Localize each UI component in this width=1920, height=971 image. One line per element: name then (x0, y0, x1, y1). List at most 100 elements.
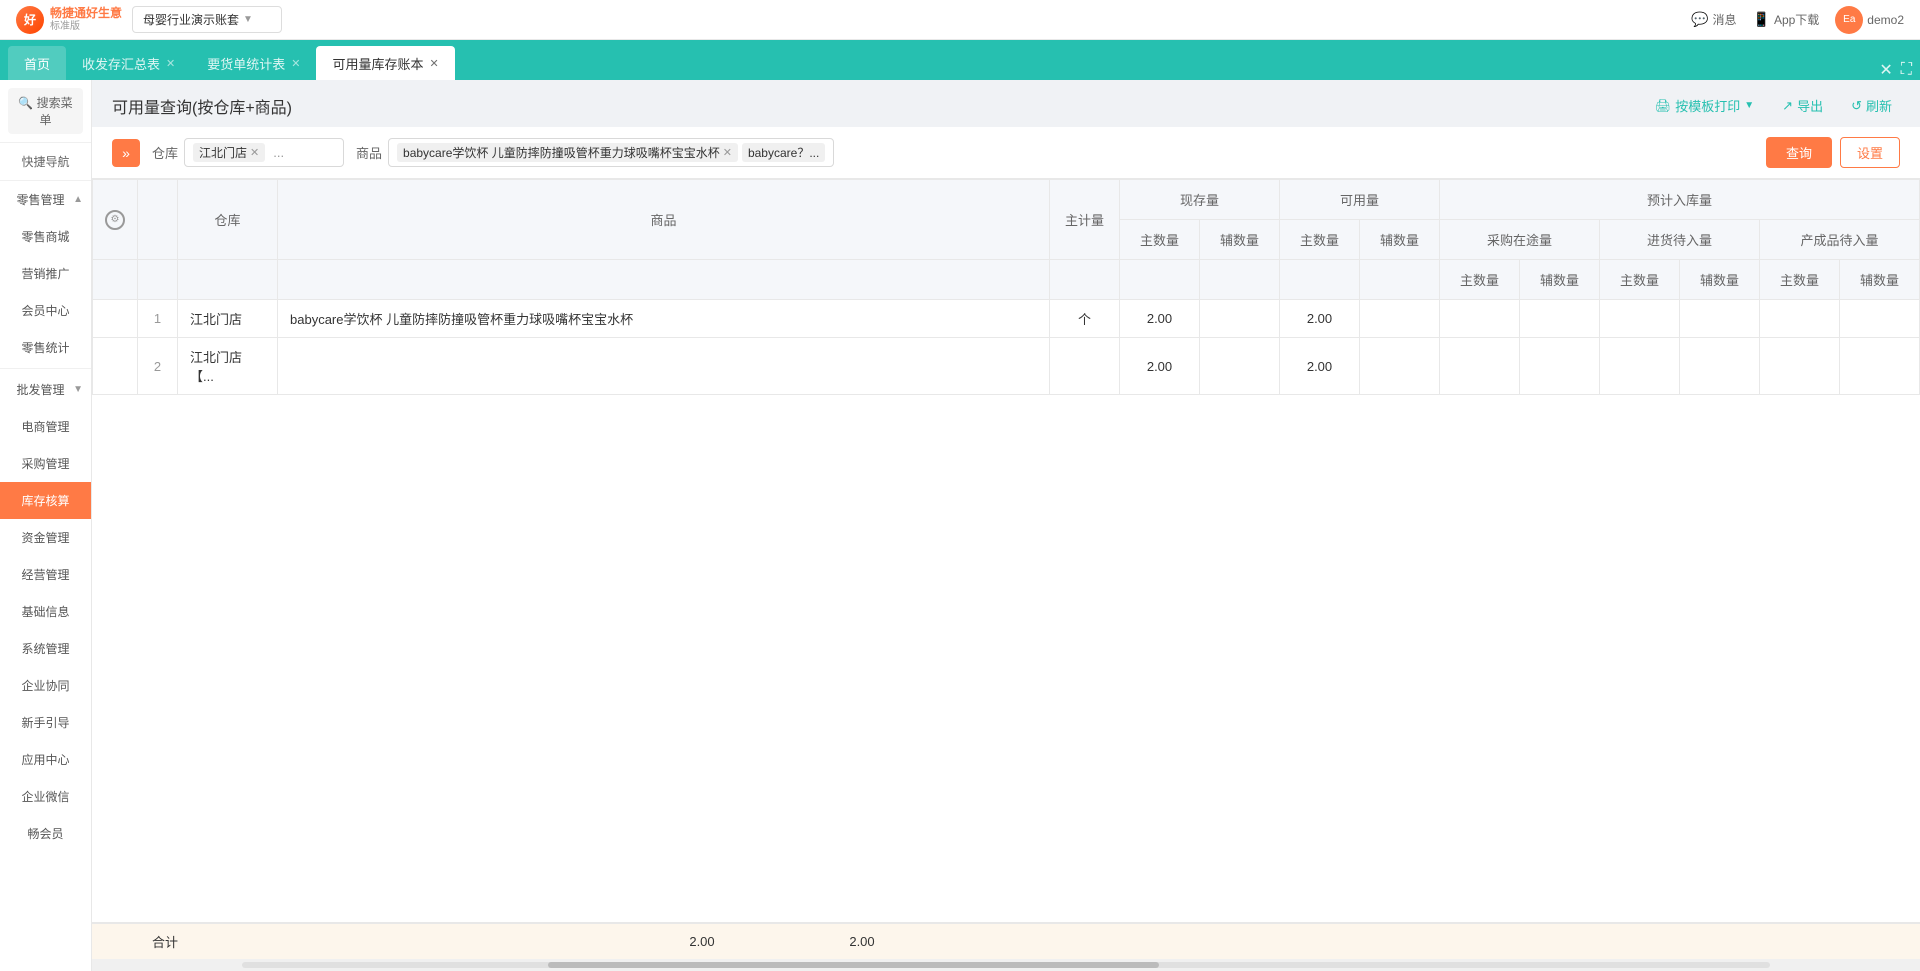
th-prod-arr-main: 主数量 (1760, 260, 1840, 300)
sidebar-item-marketing[interactable]: 营销推广 (0, 255, 91, 292)
warehouse-tag-remove[interactable]: ✕ (250, 146, 259, 159)
tab-income-expense-close[interactable]: ✕ (166, 57, 175, 70)
th-available: 可用量 (1280, 180, 1440, 220)
warehouse-filter-group: 仓库 江北门店 ✕ ... (152, 138, 344, 167)
scrollbar-track (242, 962, 1770, 968)
avatar: Ea (1835, 6, 1863, 34)
sidebar-item-operations-label: 经营管理 (8, 566, 83, 583)
th-sub-empty7 (1200, 260, 1280, 300)
th-purch-transit-main: 主数量 (1440, 260, 1520, 300)
sidebar-item-system[interactable]: 系统管理 (0, 630, 91, 667)
sidebar-quick-nav-label: 快捷导航 (21, 155, 69, 169)
row1-purch-transit-aux (1520, 300, 1600, 338)
warehouse-tag: 江北门店 ✕ (193, 143, 265, 162)
sidebar-item-new-guide[interactable]: 新手引导 (0, 704, 91, 741)
export-label: 导出 (1797, 96, 1823, 115)
sidebar-item-retail-mall[interactable]: 零售商城 (0, 218, 91, 255)
sidebar-item-enterprise-wechat[interactable]: 企业微信 (0, 778, 91, 815)
page-actions: 🖨 按模板打印 ▼ ↗ 导出 ↺ 刷新 (1647, 92, 1900, 119)
tab-order-stats-close[interactable]: ✕ (291, 57, 300, 70)
row1-stock-aux (1200, 300, 1280, 338)
sidebar-item-retail-mgmt-label: 零售管理 (8, 191, 73, 208)
tab-order-stats[interactable]: 要货单统计表 ✕ (191, 46, 316, 80)
sidebar-item-finance[interactable]: 资金管理 (0, 519, 91, 556)
th-stock-main: 主数量 (1120, 220, 1200, 260)
sidebar-item-batch-mgmt-label: 批发管理 (8, 381, 73, 398)
sidebar-item-inventory-label: 库存核算 (8, 492, 83, 509)
tab-home[interactable]: 首页 (8, 46, 66, 80)
close-all-tabs-icon[interactable]: ✕ (1879, 60, 1892, 80)
top-bar-right: 💬 消息 📱 App下载 Ea demo2 (1691, 6, 1904, 34)
th-purch-transit-header: 采购在途量 (1440, 220, 1600, 260)
tab-available-stock[interactable]: 可用量库存账本 ✕ (316, 46, 454, 80)
th-sub-empty1 (93, 260, 138, 300)
th-planned-in: 预计入库量 (1440, 180, 1920, 220)
filter-bar: » 仓库 江北门店 ✕ ... 商品 babycare学饮杯 儿童防摔防撞吸管杯… (92, 127, 1920, 179)
warehouse-ellipsis[interactable]: ... (269, 145, 288, 160)
th-sub-empty5 (1050, 260, 1120, 300)
sidebar-item-batch-mgmt[interactable]: 批发管理 ▼ (0, 371, 91, 408)
logo-icon: 好 (16, 6, 44, 34)
sidebar-item-basic-info[interactable]: 基础信息 (0, 593, 91, 630)
tab-income-expense[interactable]: 收发存汇总表 ✕ (66, 46, 191, 80)
quick-nav-button[interactable]: 快捷导航 (4, 147, 87, 176)
data-table: ⚙ 仓库 商品 主计量 现存量 可用量 预计入库量 主数量 辅数量 主数量 (92, 179, 1920, 395)
sidebar-search-button[interactable]: 🔍 搜索菜单 (8, 88, 83, 134)
message-action[interactable]: 💬 消息 (1691, 11, 1736, 28)
th-sub-empty4 (278, 260, 1050, 300)
sidebar-item-enterprise-coop[interactable]: 企业协同 (0, 667, 91, 704)
tab-available-stock-close[interactable]: ✕ (430, 57, 439, 70)
sidebar-item-operations[interactable]: 经营管理 (0, 556, 91, 593)
filter-actions: 查询 设置 (1766, 137, 1900, 168)
scrollbar-thumb[interactable] (548, 962, 1159, 968)
th-sub-empty6 (1120, 260, 1200, 300)
export-button[interactable]: ↗ 导出 (1774, 92, 1831, 119)
refresh-button[interactable]: ↺ 刷新 (1843, 92, 1900, 119)
th-purch-arr-aux: 辅数量 (1680, 260, 1760, 300)
print-template-button[interactable]: 🖨 按模板打印 ▼ (1647, 92, 1762, 119)
row1-avail-main: 2.00 (1280, 300, 1360, 338)
sidebar-item-purchase[interactable]: 采购管理 (0, 445, 91, 482)
sidebar-item-inventory[interactable]: 库存核算 (0, 482, 91, 519)
row2-warehouse: 江北门店【... (178, 338, 278, 395)
row2-purch-transit-main (1440, 338, 1520, 395)
th-settings[interactable]: ⚙ (93, 180, 138, 260)
top-bar-left: 好 畅捷通好生意 标准版 母婴行业演示账套 ▼ (16, 6, 282, 34)
user-profile[interactable]: Ea demo2 (1835, 6, 1904, 34)
bottom-scrollbar[interactable] (92, 959, 1920, 971)
table-row: 1 江北门店 babycare学饮杯 儿童防摔防撞吸管杯重力球吸嘴杯宝宝水杯 个… (93, 300, 1920, 338)
query-button[interactable]: 查询 (1766, 137, 1832, 168)
settings-button[interactable]: 设置 (1840, 137, 1900, 168)
sidebar-item-marketing-label: 营销推广 (8, 265, 83, 282)
row1-no: 1 (138, 300, 178, 338)
th-sub-empty9 (1360, 260, 1440, 300)
product-tag-1-remove[interactable]: ✕ (723, 146, 732, 159)
row2-product (278, 338, 1050, 395)
sidebar-item-finance-label: 资金管理 (8, 529, 83, 546)
sidebar-item-member-vip[interactable]: 畅会员 (0, 815, 91, 852)
chevron-down-icon: ▼ (243, 14, 253, 25)
warehouse-filter-input[interactable]: 江北门店 ✕ ... (184, 138, 344, 167)
industry-selector[interactable]: 母婴行业演示账套 ▼ (132, 6, 282, 33)
sidebar-item-retail-mgmt[interactable]: 零售管理 ▲ (0, 181, 91, 218)
row2-unit (1050, 338, 1120, 395)
product-filter-input[interactable]: babycare学饮杯 儿童防摔防撞吸管杯重力球吸嘴杯宝宝水杯 ✕ babyca… (388, 138, 834, 167)
row2-purch-arr-aux (1680, 338, 1760, 395)
th-avail-aux: 辅数量 (1360, 220, 1440, 260)
expand-icon[interactable]: ⛶ (1901, 61, 1912, 79)
sidebar-item-enterprise-wechat-label: 企业微信 (8, 788, 83, 805)
app-download-action[interactable]: 📱 App下载 (1753, 11, 1820, 28)
gear-icon[interactable]: ⚙ (105, 210, 125, 230)
chevron-down-icon-batch: ▼ (73, 384, 83, 395)
sidebar-item-app-center[interactable]: 应用中心 (0, 741, 91, 778)
sidebar-item-retail-stats[interactable]: 零售统计 (0, 329, 91, 366)
sidebar-item-ecommerce[interactable]: 电商管理 (0, 408, 91, 445)
sidebar-item-basic-info-label: 基础信息 (8, 603, 83, 620)
table-footer: 合计 2.00 2.00 (92, 922, 1920, 959)
sidebar-item-system-label: 系统管理 (8, 640, 83, 657)
footer-avail-main: 2.00 (822, 934, 902, 949)
sidebar-search: 🔍 搜索菜单 (0, 80, 91, 143)
row2-stock-aux (1200, 338, 1280, 395)
sidebar-item-member[interactable]: 会员中心 (0, 292, 91, 329)
filter-expand-button[interactable]: » (112, 139, 140, 167)
